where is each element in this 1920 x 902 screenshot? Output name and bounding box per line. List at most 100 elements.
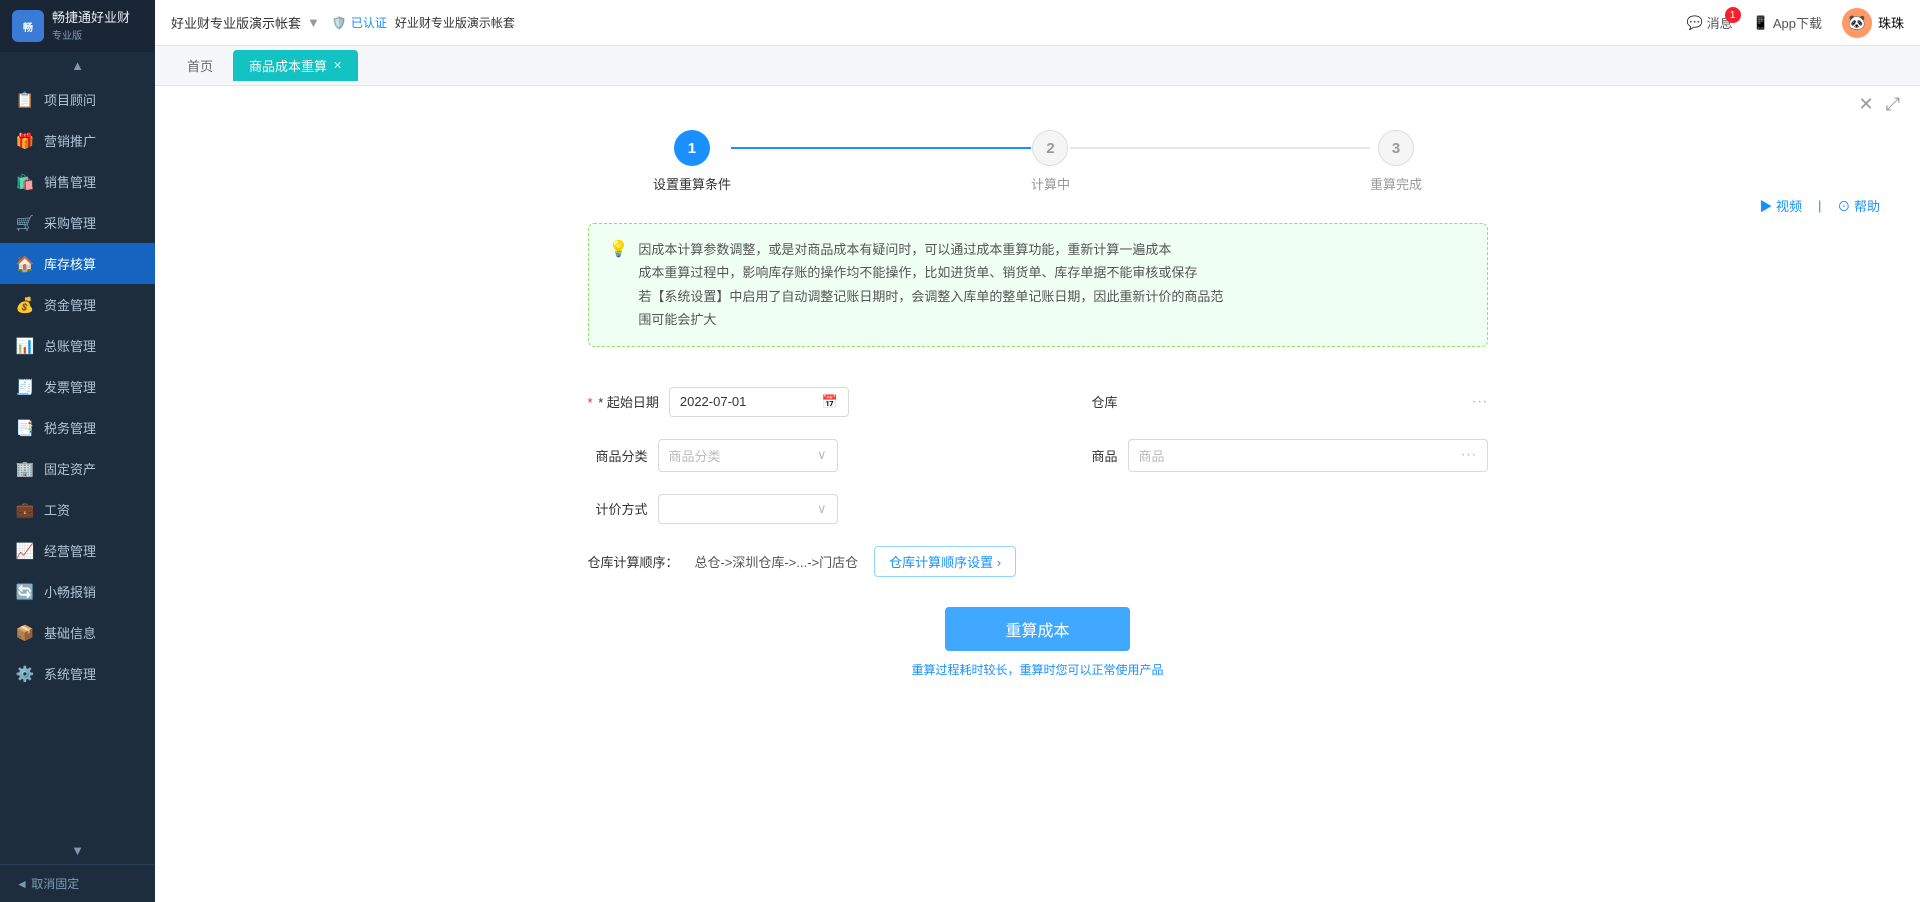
sidebar-item-system[interactable]: ⚙️ 系统管理 xyxy=(0,653,155,694)
warehouse-field: 仓库 ··· xyxy=(1058,392,1488,411)
sidebar-scroll-down[interactable]: ▼ xyxy=(0,837,155,864)
close-window-button[interactable]: ✕ xyxy=(1859,94,1874,115)
unpin-label: ◄ 取消固定 xyxy=(16,875,79,892)
app-subtitle: 专业版 xyxy=(52,27,130,42)
tabbar: 首页 商品成本重算 ✕ xyxy=(155,46,1920,86)
content-area: ✕ ⤢ 1 设置重算条件 2 计算中 3 重算完成 ▶ 视频 | ⊙ 帮助 xyxy=(155,86,1920,902)
warehouse-order-label: 仓库计算顺序： xyxy=(588,552,679,571)
recalc-section: 重算成本 重算过程耗时较长，重算时您可以正常使用产品 xyxy=(588,607,1488,678)
video-help-link[interactable]: ▶ 视频 xyxy=(1759,196,1802,215)
sidebar-item-project[interactable]: 📋 项目顾问 xyxy=(0,79,155,120)
goods-input[interactable]: 商品 ··· xyxy=(1128,439,1488,472)
expand-window-button[interactable]: ⤢ xyxy=(1886,94,1900,115)
sidebar-item-salary[interactable]: 💼 工资 xyxy=(0,489,155,530)
start-date-field: * * 起始日期 2022-07-01 📅 xyxy=(588,387,1018,417)
message-button[interactable]: 💬 消息 1 xyxy=(1686,13,1732,32)
step-2-label: 计算中 xyxy=(1031,174,1070,193)
verified-company: 好业财专业版演示帐套 xyxy=(395,14,515,31)
info-line-3: 若【系统设置】中启用了自动调整记账日期时，会调整入库单的整单记账日期，因此重新计… xyxy=(638,285,1223,308)
step-3-circle: 3 xyxy=(1378,130,1414,166)
sidebar-header: 畅 畅捷通好业财 专业版 xyxy=(0,0,155,52)
account-name: 好业财专业版演示帐套 xyxy=(171,13,301,32)
help-links: ▶ 视频 | ⊙ 帮助 xyxy=(1759,196,1880,215)
sidebar-item-accounting[interactable]: 📊 总账管理 xyxy=(0,325,155,366)
chevron-down-icon: ∨ xyxy=(817,447,827,463)
category-select[interactable]: 商品分类 ∨ xyxy=(658,439,838,472)
sidebar-item-label: 固定资产 xyxy=(44,459,96,478)
sidebar-item-label: 销售管理 xyxy=(44,172,96,191)
help-link[interactable]: ⊙ 帮助 xyxy=(1837,196,1880,215)
sidebar-item-assets[interactable]: 🏢 固定资产 xyxy=(0,448,155,489)
tab-recalc[interactable]: 商品成本重算 ✕ xyxy=(233,50,358,81)
tab-home-label: 首页 xyxy=(187,56,213,75)
sidebar-item-basic[interactable]: 📦 基础信息 xyxy=(0,612,155,653)
sales-icon: 🛍️ xyxy=(16,173,34,191)
tab-recalc-label: 商品成本重算 xyxy=(249,56,327,75)
sidebar-item-sales[interactable]: 🛍️ 销售管理 xyxy=(0,161,155,202)
app-download-button[interactable]: 📱 App下载 xyxy=(1753,13,1822,32)
warehouse-order-value: 总仓->深圳仓库->...->门店仓 xyxy=(695,552,859,571)
category-placeholder: 商品分类 xyxy=(669,446,721,465)
goods-field: 商品 商品 ··· xyxy=(1058,439,1488,472)
topbar: 好业财专业版演示帐套 ▼ 🛡️ 已认证 好业财专业版演示帐套 💬 消息 1 📱 … xyxy=(155,0,1920,46)
sidebar-unpin[interactable]: ◄ 取消固定 xyxy=(0,864,155,902)
info-line-2: 成本重算过程中，影响库存账的操作均不能操作，比如进货单、销货单、库存单据不能审核… xyxy=(638,261,1223,284)
sidebar-item-finance[interactable]: 💰 资金管理 xyxy=(0,284,155,325)
invoice-icon: 🧾 xyxy=(16,378,34,396)
warehouse-select-button[interactable]: ··· xyxy=(1472,393,1488,411)
price-method-select[interactable]: ∨ xyxy=(658,494,838,524)
price-method-field: 计价方式 ∨ xyxy=(588,494,1018,524)
sidebar-item-invoice[interactable]: 🧾 发票管理 xyxy=(0,366,155,407)
goods-select-button[interactable]: ··· xyxy=(1461,446,1477,464)
form-area: * * 起始日期 2022-07-01 📅 仓库 ··· xyxy=(588,377,1488,688)
message-icon: 💬 xyxy=(1686,15,1702,31)
account-selector[interactable]: 好业财专业版演示帐套 ▼ xyxy=(171,13,320,32)
step-2-circle: 2 xyxy=(1032,130,1068,166)
sidebar-item-label: 工资 xyxy=(44,500,70,519)
sidebar-item-label: 营销推广 xyxy=(44,131,96,150)
sidebar-item-tax[interactable]: 📑 税务管理 xyxy=(0,407,155,448)
category-label: 商品分类 xyxy=(588,446,648,465)
goods-label: 商品 xyxy=(1058,446,1118,465)
sidebar-item-inventory[interactable]: 🏠 库存核算 xyxy=(0,243,155,284)
user-name: 珠珠 xyxy=(1878,13,1904,32)
sidebar-item-label: 采购管理 xyxy=(44,213,96,232)
sidebar-item-operations[interactable]: 📈 经营管理 xyxy=(0,530,155,571)
window-controls: ✕ ⤢ xyxy=(1859,94,1901,115)
step-2: 2 计算中 xyxy=(1031,130,1070,193)
sidebar-item-expense[interactable]: 🔄 小畅报销 xyxy=(0,571,155,612)
avatar: 🐼 xyxy=(1842,8,1872,38)
start-date-value: 2022-07-01 xyxy=(680,394,814,409)
sidebar-nav: 📋 项目顾问 🎁 营销推广 🛍️ 销售管理 🛒 采购管理 🏠 库存核算 💰 资金… xyxy=(0,79,155,837)
recalc-button[interactable]: 重算成本 xyxy=(945,607,1129,651)
sidebar-item-marketing[interactable]: 🎁 营销推广 xyxy=(0,120,155,161)
app-title: 畅捷通好业财 xyxy=(52,10,130,27)
verified-text: 已认证 xyxy=(351,14,387,31)
app-download-label: App下载 xyxy=(1773,13,1822,32)
warehouse-order-settings-button[interactable]: 仓库计算顺序设置 › xyxy=(874,546,1016,577)
tax-icon: 📑 xyxy=(16,419,34,437)
step-line-1 xyxy=(731,147,1031,149)
form-row-3: 计价方式 ∨ xyxy=(588,494,1488,524)
app-logo: 畅 xyxy=(12,10,44,42)
marketing-icon: 🎁 xyxy=(16,132,34,150)
sidebar-item-label: 项目顾问 xyxy=(44,90,96,109)
step-1: 1 设置重算条件 xyxy=(653,130,731,193)
user-menu[interactable]: 🐼 珠珠 xyxy=(1842,8,1904,38)
topbar-right: 💬 消息 1 📱 App下载 🐼 珠珠 xyxy=(1686,8,1904,38)
calendar-icon[interactable]: 📅 xyxy=(822,394,838,410)
project-icon: 📋 xyxy=(16,91,34,109)
tab-home[interactable]: 首页 xyxy=(171,50,229,81)
required-star: * xyxy=(588,395,593,410)
purchase-icon: 🛒 xyxy=(16,214,34,232)
start-date-input[interactable]: 2022-07-01 📅 xyxy=(669,387,849,417)
sidebar-scroll-up[interactable]: ▲ xyxy=(0,52,155,79)
sidebar-item-purchase[interactable]: 🛒 采购管理 xyxy=(0,202,155,243)
step-1-circle: 1 xyxy=(674,130,710,166)
system-icon: ⚙️ xyxy=(16,665,34,683)
price-method-label: 计价方式 xyxy=(588,499,648,518)
start-date-label: * * 起始日期 xyxy=(588,392,659,411)
tab-close-icon[interactable]: ✕ xyxy=(333,59,342,72)
sidebar-item-label: 税务管理 xyxy=(44,418,96,437)
recalc-note: 重算过程耗时较长，重算时您可以正常使用产品 xyxy=(588,661,1488,678)
